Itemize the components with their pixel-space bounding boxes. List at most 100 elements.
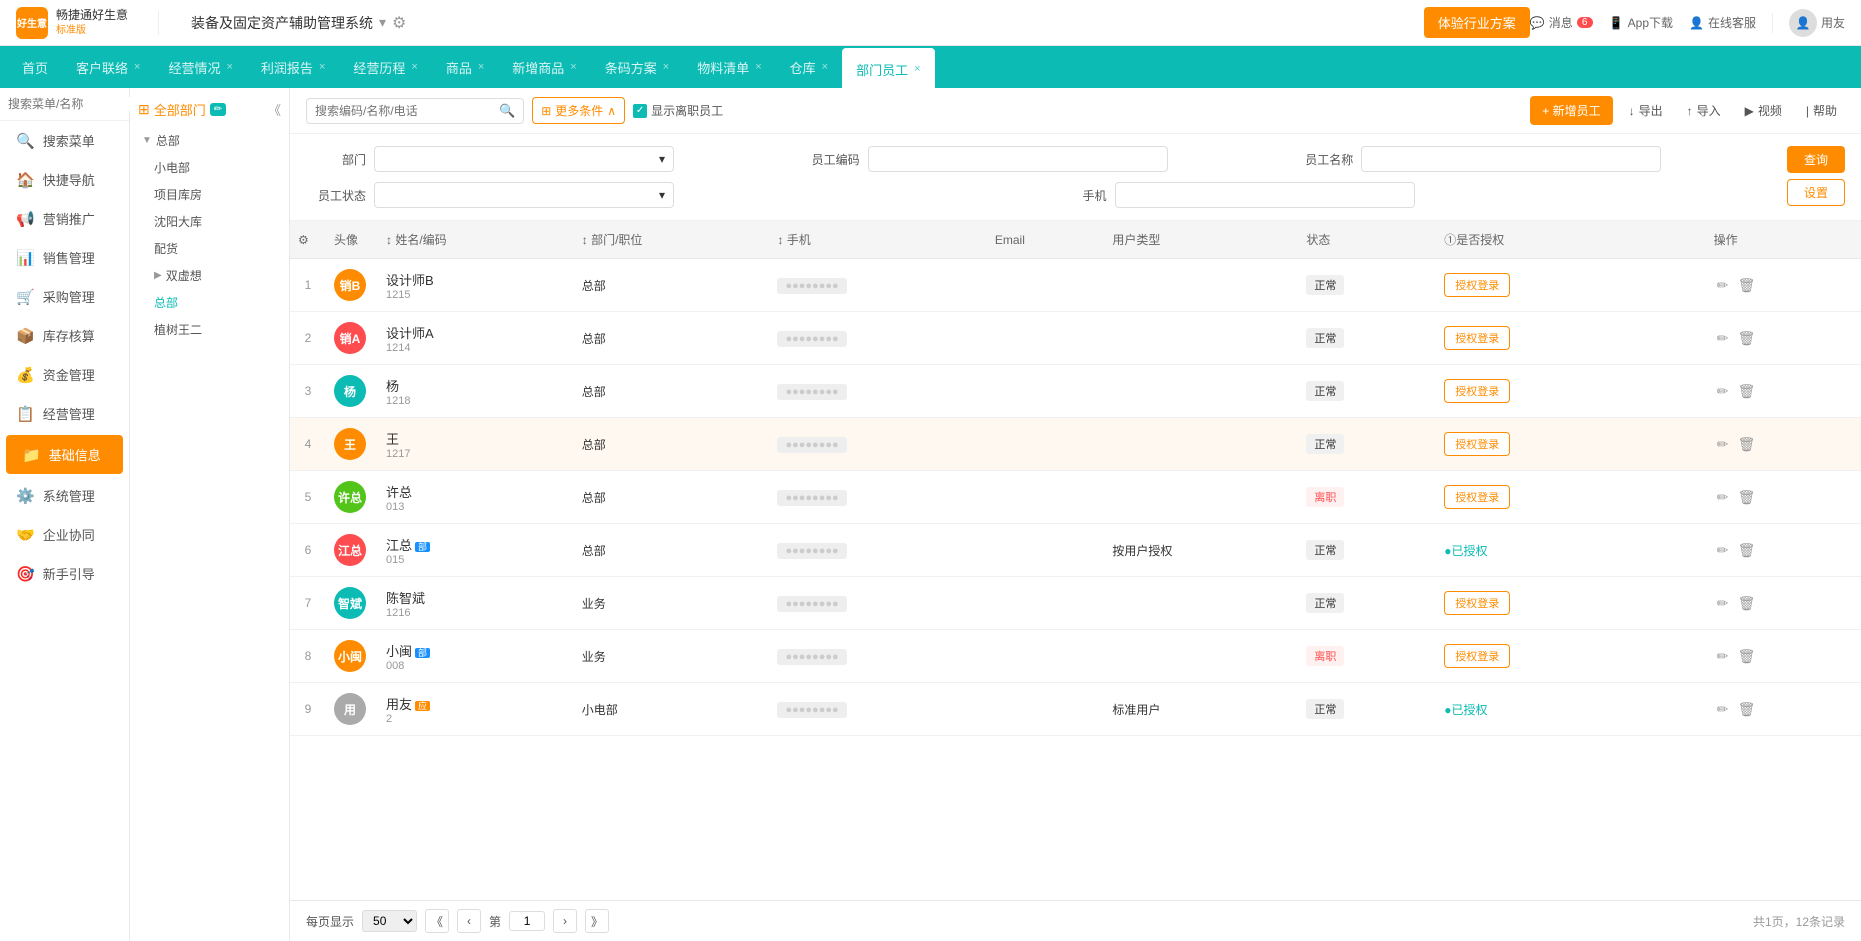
reset-btn[interactable]: 设置 — [1787, 179, 1845, 206]
delete-btn[interactable]: 🗑 — [1738, 383, 1756, 399]
message-btn[interactable]: 💬 消息 6 — [1530, 14, 1593, 31]
delete-btn[interactable]: 🗑 — [1738, 701, 1756, 717]
auth-login-btn[interactable]: 授权登录 — [1444, 379, 1510, 403]
edit-btn[interactable]: ✏ — [1717, 330, 1729, 346]
sidebar-item-sales[interactable]: 📊 销售管理 — [0, 238, 129, 277]
empcode-input[interactable] — [868, 146, 1168, 172]
page-size-select[interactable]: 50 20 100 — [362, 910, 417, 932]
th-dept[interactable]: ↕ 部门/职位 — [574, 221, 770, 259]
close-operation-icon[interactable]: × — [226, 61, 232, 73]
tab-history[interactable]: 经营历程 × — [339, 46, 431, 88]
export-btn[interactable]: ↓ 导出 — [1621, 98, 1671, 123]
close-profit-icon[interactable]: × — [319, 61, 325, 73]
prev-page-btn[interactable]: ‹ — [457, 909, 481, 933]
close-employees-icon[interactable]: × — [914, 63, 920, 75]
auth-login-btn[interactable]: 授权登录 — [1444, 273, 1510, 297]
sidebar-item-system[interactable]: ⚙️ 系统管理 — [0, 476, 129, 515]
tree-item-zongbu-root[interactable]: ▼ 总部 — [138, 127, 281, 154]
tree-item-zhishu[interactable]: 植树王二 — [138, 316, 281, 343]
tab-home[interactable]: 首页 — [8, 46, 62, 88]
auth-login-btn[interactable]: 授权登录 — [1444, 326, 1510, 350]
th-phone[interactable]: ↕ 手机 — [769, 221, 986, 259]
tab-barcode[interactable]: 条码方案 × — [591, 46, 683, 88]
page-input[interactable] — [509, 911, 545, 931]
edit-btn[interactable]: ✏ — [1717, 489, 1729, 505]
last-page-btn[interactable]: 》 — [585, 909, 609, 933]
close-history-icon[interactable]: × — [411, 61, 417, 73]
sidebar-item-finance[interactable]: 💰 资金管理 — [0, 355, 129, 394]
sidebar-item-guide[interactable]: 🎯 新手引导 — [0, 554, 129, 593]
user-btn[interactable]: 👤 用友 — [1789, 9, 1845, 37]
more-filter-btn[interactable]: ⊞ 更多条件 ∧ — [532, 97, 625, 124]
tree-item-zongbu[interactable]: 总部 — [138, 289, 281, 316]
tab-customer[interactable]: 客户联络 × — [62, 46, 154, 88]
auth-login-btn[interactable]: 授权登录 — [1444, 644, 1510, 668]
edit-btn[interactable]: ✏ — [1717, 383, 1729, 399]
edit-btn[interactable]: ✏ — [1717, 436, 1729, 452]
edit-btn[interactable]: ✏ — [1717, 277, 1729, 293]
import-btn[interactable]: ↑ 导入 — [1679, 98, 1729, 123]
empname-input[interactable] — [1361, 146, 1661, 172]
tree-item-shenyang[interactable]: 沈阳大库 — [138, 208, 281, 235]
dept-edit-icon[interactable]: ✏ — [210, 103, 226, 116]
search-input[interactable] — [315, 104, 495, 118]
tab-material[interactable]: 物料清单 × — [683, 46, 775, 88]
dept-select[interactable]: ▾ — [374, 146, 674, 172]
tab-profit[interactable]: 利润报告 × — [247, 46, 339, 88]
edit-btn[interactable]: ✏ — [1717, 595, 1729, 611]
title-dropdown-icon[interactable]: ▾ — [379, 14, 386, 31]
settings-icon[interactable]: ⚙ — [392, 13, 406, 33]
show-resigned-toggle[interactable]: ✓ 显示离职员工 — [633, 102, 723, 119]
edit-btn[interactable]: ✏ — [1717, 542, 1729, 558]
tree-item-shuangxu[interactable]: ▶ 双虚想 — [138, 262, 281, 289]
sidebar-item-search[interactable]: 🔍 搜索菜单 — [0, 121, 129, 160]
add-employee-btn[interactable]: + 新增员工 — [1530, 96, 1612, 125]
delete-btn[interactable]: 🗑 — [1738, 648, 1756, 664]
next-page-btn[interactable]: › — [553, 909, 577, 933]
tab-new-goods[interactable]: 新增商品 × — [498, 46, 590, 88]
delete-btn[interactable]: 🗑 — [1738, 542, 1756, 558]
auth-login-btn[interactable]: 授权登录 — [1444, 432, 1510, 456]
delete-btn[interactable]: 🗑 — [1738, 489, 1756, 505]
app-download-btn[interactable]: 📱 App下载 — [1609, 14, 1673, 31]
auth-login-btn[interactable]: 授权登录 — [1444, 485, 1510, 509]
delete-btn[interactable]: 🗑 — [1738, 595, 1756, 611]
sidebar-item-purchase[interactable]: 🛒 采购管理 — [0, 277, 129, 316]
help-btn[interactable]: | 帮助 — [1798, 98, 1845, 123]
tab-goods[interactable]: 商品 × — [432, 46, 498, 88]
edit-btn[interactable]: ✏ — [1717, 701, 1729, 717]
tab-employees[interactable]: 部门员工 × — [842, 48, 934, 88]
tree-item-xiaodian[interactable]: 小电部 — [138, 154, 281, 181]
phone-input[interactable] — [1115, 182, 1415, 208]
close-goods-icon[interactable]: × — [478, 61, 484, 73]
query-btn[interactable]: 查询 — [1787, 146, 1845, 173]
edit-btn[interactable]: ✏ — [1717, 648, 1729, 664]
tree-item-project[interactable]: 项目库房 — [138, 181, 281, 208]
sidebar-item-marketing[interactable]: 📢 营销推广 — [0, 199, 129, 238]
video-btn[interactable]: ▶ 视频 — [1737, 98, 1790, 123]
delete-btn[interactable]: 🗑 — [1738, 436, 1756, 452]
sidebar-item-basics[interactable]: 📁 基础信息 — [6, 435, 123, 474]
close-barcode-icon[interactable]: × — [663, 61, 669, 73]
tab-operation[interactable]: 经营情况 × — [154, 46, 246, 88]
delete-btn[interactable]: 🗑 — [1738, 277, 1756, 293]
close-material-icon[interactable]: × — [755, 61, 761, 73]
close-customer-icon[interactable]: × — [134, 61, 140, 73]
sidebar-item-collab[interactable]: 🤝 企业协同 — [0, 515, 129, 554]
th-settings[interactable]: ⚙ — [290, 221, 326, 259]
service-btn[interactable]: 👤 在线客服 — [1689, 14, 1756, 31]
status-select[interactable]: ▾ — [374, 182, 674, 208]
sidebar-item-management[interactable]: 📋 经营管理 — [0, 394, 129, 433]
delete-btn[interactable]: 🗑 — [1738, 330, 1756, 346]
first-page-btn[interactable]: 《 — [425, 909, 449, 933]
search-icon[interactable]: 🔍 — [499, 103, 515, 119]
try-btn[interactable]: 体验行业方案 — [1424, 7, 1530, 38]
tab-warehouse[interactable]: 仓库 × — [776, 46, 842, 88]
close-newgoods-icon[interactable]: × — [570, 61, 576, 73]
sidebar-item-inventory[interactable]: 📦 库存核算 — [0, 316, 129, 355]
dept-collapse-icon[interactable]: 《 — [268, 100, 281, 119]
sidebar-item-quicknav[interactable]: 🏠 快捷导航 — [0, 160, 129, 199]
tree-item-peihuo[interactable]: 配货 — [138, 235, 281, 262]
th-name[interactable]: ↕ 姓名/编码 — [378, 221, 574, 259]
close-warehouse-icon[interactable]: × — [822, 61, 828, 73]
